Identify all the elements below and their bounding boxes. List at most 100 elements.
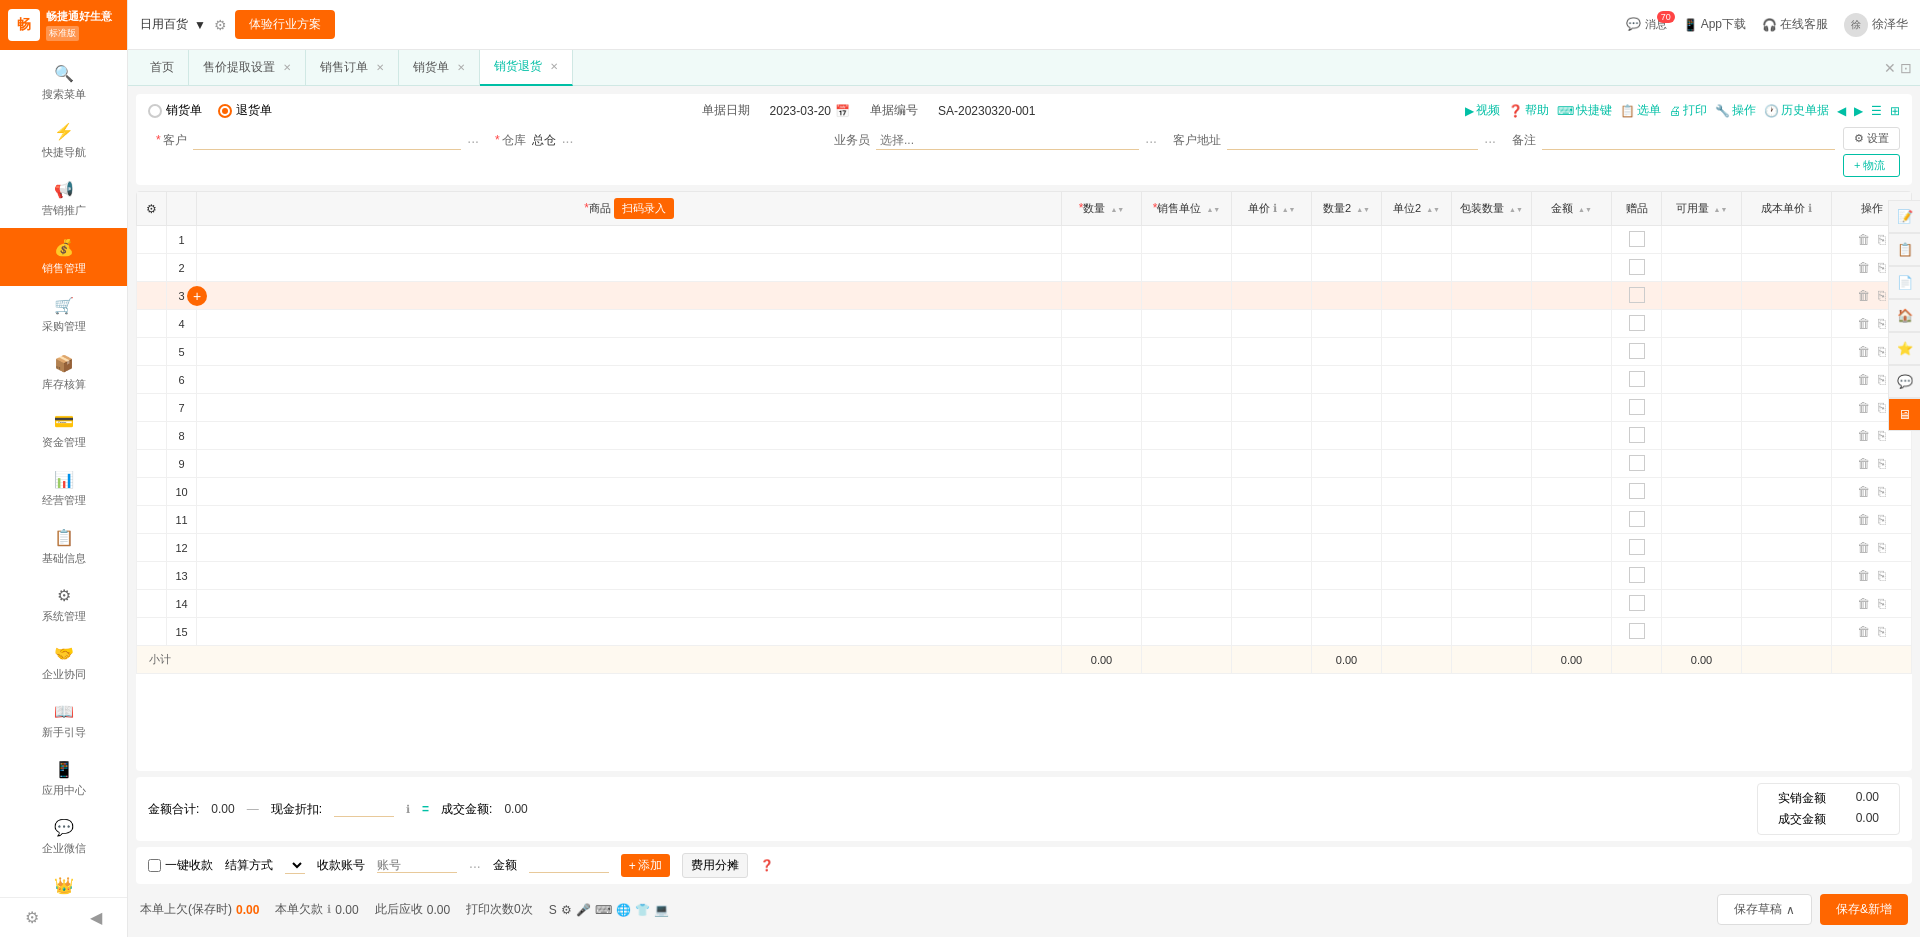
right-icon-chat[interactable]: 💬 [1888, 365, 1920, 398]
tool-icon4[interactable]: 🌐 [616, 903, 631, 917]
gift-checkbox-3[interactable] [1629, 287, 1645, 303]
row-copy-5[interactable]: ⎘ [1878, 344, 1886, 359]
tab-close-all-icon[interactable]: ✕ [1884, 60, 1896, 76]
row-copy-13[interactable]: ⎘ [1878, 568, 1886, 583]
right-icon-active[interactable]: 🖥 [1888, 398, 1920, 431]
price-sort-icon[interactable]: ▲▼ [1282, 206, 1296, 213]
row-copy-9[interactable]: ⎘ [1878, 456, 1886, 471]
sidebar-collapse-icon[interactable]: ◀ [90, 908, 102, 927]
view-list-icon[interactable]: ☰ [1871, 104, 1882, 118]
salesperson-dots[interactable]: ··· [1145, 133, 1157, 149]
topbar-gear-icon[interactable]: ⚙ [214, 17, 227, 33]
row-delete-10[interactable]: 🗑 [1857, 484, 1870, 499]
scan-button[interactable]: 扫码录入 [614, 198, 674, 219]
sidebar-item-6[interactable]: 💳 资金管理 [0, 402, 127, 460]
gift-checkbox-13[interactable] [1629, 567, 1645, 583]
tab-maximize-icon[interactable]: ⊡ [1900, 60, 1912, 76]
split-info-icon[interactable]: ❓ [760, 859, 774, 872]
message-button[interactable]: 💬 消息 70 [1626, 17, 1666, 32]
row-delete-8[interactable]: 🗑 [1857, 428, 1870, 443]
product-input-3[interactable] [201, 289, 1057, 303]
gift-checkbox-2[interactable] [1629, 259, 1645, 275]
sidebar-item-7[interactable]: 📊 经营管理 [0, 460, 127, 518]
tool-icon5[interactable]: 👕 [635, 903, 650, 917]
account-dots[interactable]: ··· [469, 858, 481, 874]
price-info-icon[interactable]: ℹ [1273, 202, 1277, 214]
customer-dots[interactable]: ··· [467, 133, 479, 149]
right-icon-document[interactable]: 📄 [1888, 266, 1920, 299]
row-copy-10[interactable]: ⎘ [1878, 484, 1886, 499]
right-icon-clipboard[interactable]: 📋 [1888, 233, 1920, 266]
sidebar-item-14[interactable]: 👑 畅会员 [0, 866, 127, 897]
row-delete-5[interactable]: 🗑 [1857, 344, 1870, 359]
row-delete-6[interactable]: 🗑 [1857, 372, 1870, 387]
tool-icon6[interactable]: 💻 [654, 903, 669, 917]
sidebar-item-13[interactable]: 💬 企业微信 [0, 808, 127, 866]
trial-button[interactable]: 体验行业方案 [235, 10, 335, 39]
amount-sort-icon[interactable]: ▲▼ [1578, 206, 1592, 213]
row-copy-1[interactable]: ⎘ [1878, 232, 1886, 247]
cost-info-icon[interactable]: ℹ [1808, 202, 1812, 214]
salesperson-input[interactable] [876, 131, 1139, 150]
row-delete-15[interactable]: 🗑 [1857, 624, 1870, 639]
save-draft-button[interactable]: 保存草稿 ∧ [1717, 894, 1812, 925]
qty2-sort-icon[interactable]: ▲▼ [1356, 206, 1370, 213]
right-icon-home[interactable]: 🏠 [1888, 299, 1920, 332]
row-delete-12[interactable]: 🗑 [1857, 540, 1870, 555]
table-scroll[interactable]: ⚙ *商品 扫码录入 *数量 ▲▼ [136, 191, 1912, 771]
right-icon-star[interactable]: ⭐ [1888, 332, 1920, 365]
unit-sort-icon[interactable]: ▲▼ [1206, 206, 1220, 213]
table-gear-icon[interactable]: ⚙ [146, 202, 157, 216]
gift-checkbox-8[interactable] [1629, 427, 1645, 443]
warehouse-dots[interactable]: ··· [562, 133, 574, 149]
radio-sale[interactable]: 销货单 [148, 102, 202, 119]
tab-1[interactable]: 售价提取设置✕ [189, 50, 306, 86]
sogou-icon[interactable]: S [549, 903, 557, 917]
qty-sort-icon[interactable]: ▲▼ [1110, 206, 1124, 213]
gift-checkbox-7[interactable] [1629, 399, 1645, 415]
owe-info-icon[interactable]: ℹ [327, 903, 331, 916]
user-menu[interactable]: 徐 徐泽华 [1844, 13, 1908, 37]
row-delete-11[interactable]: 🗑 [1857, 512, 1870, 527]
add-row-btn[interactable]: + [187, 286, 207, 306]
gift-checkbox-15[interactable] [1629, 623, 1645, 639]
row-delete-9[interactable]: 🗑 [1857, 456, 1870, 471]
row-delete-1[interactable]: 🗑 [1857, 232, 1870, 247]
tab-close-1[interactable]: ✕ [283, 62, 291, 73]
gift-checkbox-10[interactable] [1629, 483, 1645, 499]
row-copy-11[interactable]: ⎘ [1878, 512, 1886, 527]
address-dots[interactable]: ··· [1484, 133, 1496, 149]
row-copy-14[interactable]: ⎘ [1878, 596, 1886, 611]
row-delete-4[interactable]: 🗑 [1857, 316, 1870, 331]
sidebar-item-5[interactable]: 📦 库存核算 [0, 344, 127, 402]
row-copy-12[interactable]: ⎘ [1878, 540, 1886, 555]
radio-return[interactable]: 退货单 [218, 102, 272, 119]
add-button[interactable]: + 添加 [621, 854, 670, 877]
gift-checkbox-9[interactable] [1629, 455, 1645, 471]
row-copy-7[interactable]: ⎘ [1878, 400, 1886, 415]
gift-checkbox-12[interactable] [1629, 539, 1645, 555]
sidebar-item-11[interactable]: 📖 新手引导 [0, 692, 127, 750]
online-service-link[interactable]: 🎧 在线客服 [1762, 16, 1828, 33]
setting-button[interactable]: ⚙ 设置 [1843, 127, 1900, 150]
gift-checkbox-5[interactable] [1629, 343, 1645, 359]
unit2-sort-icon[interactable]: ▲▼ [1426, 206, 1440, 213]
customer-input[interactable] [193, 131, 462, 150]
row-delete-2[interactable]: 🗑 [1857, 260, 1870, 275]
tab-close-3[interactable]: ✕ [457, 62, 465, 73]
sidebar-item-8[interactable]: 📋 基础信息 [0, 518, 127, 576]
row-copy-3[interactable]: ⎘ [1878, 288, 1886, 303]
row-copy-6[interactable]: ⎘ [1878, 372, 1886, 387]
row-delete-14[interactable]: 🗑 [1857, 596, 1870, 611]
app-download-link[interactable]: 📱 App下载 [1683, 16, 1746, 33]
sidebar-item-1[interactable]: ⚡ 快捷导航 [0, 112, 127, 170]
method-select[interactable] [285, 857, 305, 874]
one-key-checkbox[interactable] [148, 859, 161, 872]
sidebar-item-9[interactable]: ⚙ 系统管理 [0, 576, 127, 634]
tab-close-4[interactable]: ✕ [550, 61, 558, 72]
discount-input[interactable] [334, 802, 394, 817]
account-input[interactable] [377, 858, 457, 873]
action-select[interactable]: 📋选单 [1620, 102, 1661, 119]
tab-3[interactable]: 销货单✕ [399, 50, 480, 86]
tool-icon3[interactable]: ⌨ [595, 903, 612, 917]
